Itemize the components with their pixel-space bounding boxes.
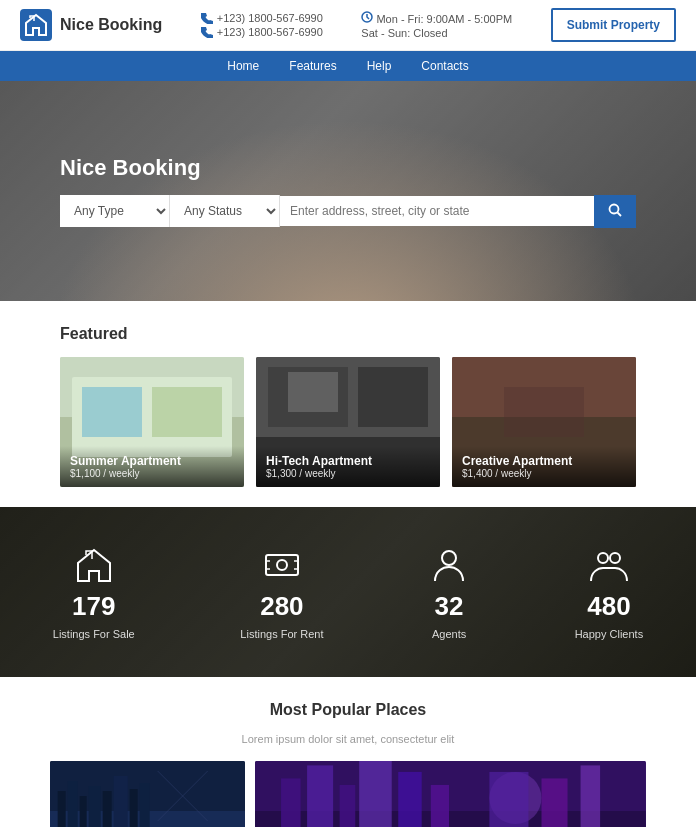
card-price-1: $1,300 / weekly bbox=[266, 468, 430, 479]
svg-point-2 bbox=[610, 204, 619, 213]
card-name-1: Hi-Tech Apartment bbox=[266, 454, 430, 468]
svg-line-3 bbox=[618, 212, 622, 216]
svg-rect-18 bbox=[266, 555, 298, 575]
featured-card-0[interactable]: Summer Apartment $1,100 / weekly bbox=[60, 357, 244, 487]
featured-cards: Summer Apartment $1,100 / weekly Hi-Tech… bbox=[60, 357, 636, 487]
places-top-row: New York 3 Properties bbox=[50, 761, 646, 827]
search-input[interactable] bbox=[280, 196, 594, 226]
status-select[interactable]: Any Status For Sale For Rent bbox=[170, 195, 280, 227]
hero-content: Nice Booking Any Type Apartment House Vi… bbox=[60, 155, 636, 228]
stat-label-3: Happy Clients bbox=[575, 628, 643, 640]
hero-title: Nice Booking bbox=[60, 155, 636, 181]
nav-contacts[interactable]: Contacts bbox=[421, 59, 468, 73]
svg-rect-11 bbox=[358, 367, 428, 427]
place-las-vegas[interactable]: Las Vegas 4 Properties bbox=[255, 761, 646, 827]
stat-label-2: Agents bbox=[432, 628, 466, 640]
type-select[interactable]: Any Type Apartment House Villa bbox=[60, 195, 170, 227]
money-icon bbox=[262, 545, 302, 585]
agent-icon bbox=[429, 545, 469, 585]
card-overlay-2: Creative Apartment $1,400 / weekly bbox=[452, 446, 636, 487]
clock-icon bbox=[361, 11, 373, 23]
svg-rect-17 bbox=[504, 387, 584, 437]
stat-clients: 480 Happy Clients bbox=[575, 545, 643, 640]
place-content-lv: Las Vegas 4 Properties bbox=[255, 817, 646, 827]
nav-features[interactable]: Features bbox=[289, 59, 336, 73]
main-nav: Home Features Help Contacts bbox=[0, 51, 696, 81]
contact-info: +123) 1800-567-6990 +123) 1800-567-6990 bbox=[201, 12, 323, 38]
nav-home[interactable]: Home bbox=[227, 59, 259, 73]
site-header: Nice Booking +123) 1800-567-6990 +123) 1… bbox=[0, 0, 696, 51]
svg-point-25 bbox=[598, 553, 608, 563]
phone-icon bbox=[201, 12, 213, 24]
phone2-icon bbox=[201, 26, 213, 38]
stat-number-3: 480 bbox=[587, 591, 630, 622]
featured-card-2[interactable]: Creative Apartment $1,400 / weekly bbox=[452, 357, 636, 487]
svg-rect-7 bbox=[82, 387, 142, 437]
stat-listings-rent: 280 Listings For Rent bbox=[240, 545, 323, 640]
card-name-0: Summer Apartment bbox=[70, 454, 234, 468]
stat-label-0: Listings For Sale bbox=[53, 628, 135, 640]
logo[interactable]: Nice Booking bbox=[20, 9, 162, 41]
svg-rect-13 bbox=[288, 372, 338, 412]
search-icon bbox=[608, 203, 622, 217]
svg-point-19 bbox=[277, 560, 287, 570]
logo-text: Nice Booking bbox=[60, 16, 162, 34]
featured-card-1[interactable]: Hi-Tech Apartment $1,300 / weekly bbox=[256, 357, 440, 487]
popular-section: Most Popular Places Lorem ipsum dolor si… bbox=[0, 677, 696, 827]
clients-icon bbox=[589, 545, 629, 585]
nav-help[interactable]: Help bbox=[367, 59, 392, 73]
card-overlay-1: Hi-Tech Apartment $1,300 / weekly bbox=[256, 446, 440, 487]
svg-point-24 bbox=[442, 551, 456, 565]
search-button[interactable] bbox=[594, 195, 636, 228]
card-price-0: $1,100 / weekly bbox=[70, 468, 234, 479]
card-name-2: Creative Apartment bbox=[462, 454, 626, 468]
hero-section: Nice Booking Any Type Apartment House Vi… bbox=[0, 81, 696, 301]
card-price-2: $1,400 / weekly bbox=[462, 468, 626, 479]
stat-number-2: 32 bbox=[435, 591, 464, 622]
logo-icon bbox=[20, 9, 52, 41]
house-icon bbox=[74, 545, 114, 585]
place-content-ny: New York 3 Properties bbox=[50, 817, 245, 827]
stats-section: 179 Listings For Sale 280 Listings For R… bbox=[0, 507, 696, 677]
search-bar: Any Type Apartment House Villa Any Statu… bbox=[60, 195, 636, 228]
place-new-york[interactable]: New York 3 Properties bbox=[50, 761, 245, 827]
svg-rect-8 bbox=[152, 387, 222, 437]
stat-label-1: Listings For Rent bbox=[240, 628, 323, 640]
hours-info: Mon - Fri: 9:00AM - 5:00PM Sat - Sun: Cl… bbox=[361, 11, 512, 39]
featured-section: Featured Summer Apartment $1,100 / weekl… bbox=[0, 301, 696, 507]
stat-number-1: 280 bbox=[260, 591, 303, 622]
featured-title: Featured bbox=[60, 325, 636, 343]
stat-agents: 32 Agents bbox=[429, 545, 469, 640]
popular-title: Most Popular Places bbox=[50, 701, 646, 719]
stat-listings-sale: 179 Listings For Sale bbox=[53, 545, 135, 640]
popular-subtitle: Lorem ipsum dolor sit amet, consectetur … bbox=[50, 733, 646, 745]
svg-point-26 bbox=[610, 553, 620, 563]
submit-property-button[interactable]: Submit Property bbox=[551, 8, 676, 42]
card-overlay-0: Summer Apartment $1,100 / weekly bbox=[60, 446, 244, 487]
stat-number-0: 179 bbox=[72, 591, 115, 622]
